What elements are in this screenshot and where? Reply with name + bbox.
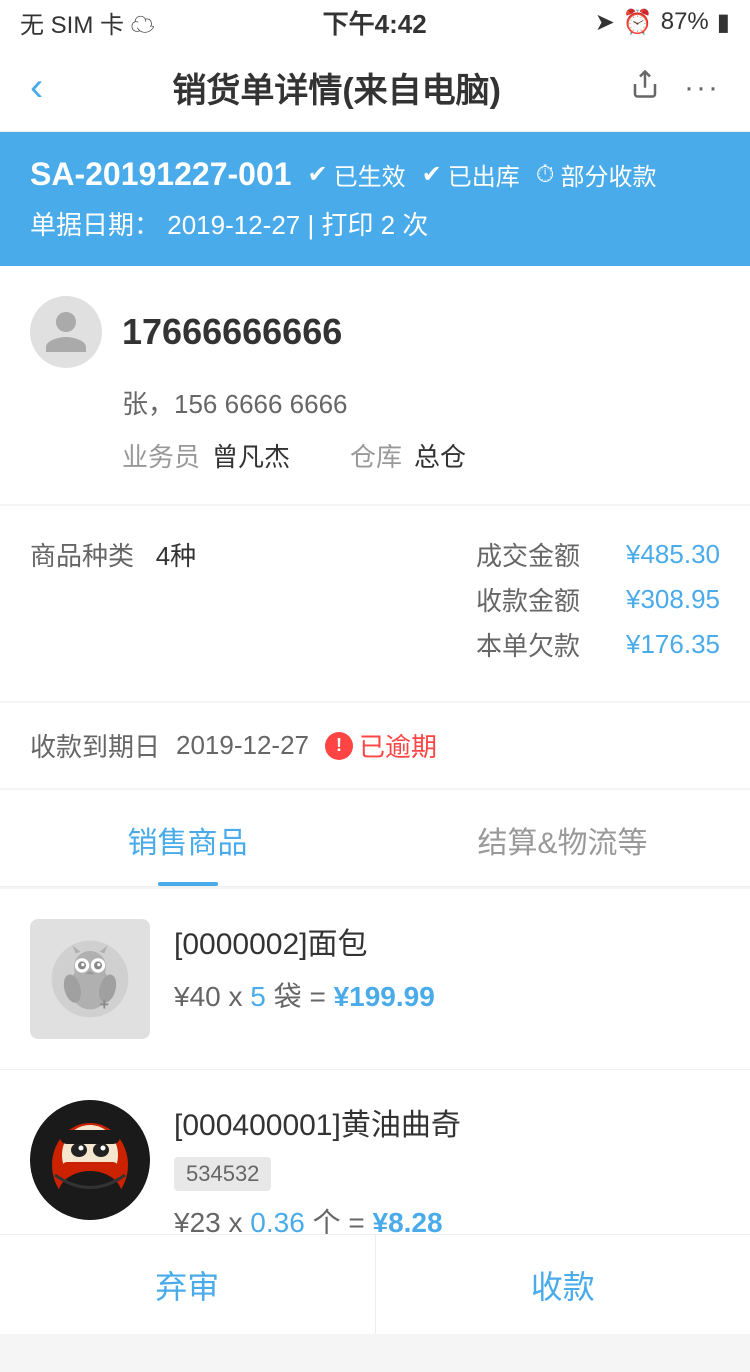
product-name-1: [0000002]面包 [174,919,720,963]
stats-section: 商品种类 4种 成交金额 ¥485.30 收款金额 ¥308.95 本单欠款 ¥… [0,506,750,701]
product-info-2: [000400001]黄油曲奇 534532 ¥23 x 0.36 个 = ¥8… [174,1100,720,1241]
due-date-label: 收款到期日 [30,727,160,764]
badge-partial: ⏱ 部分收款 [536,157,657,192]
category-label: 商品种类 [30,541,134,571]
check-icon-2: ✔ [422,160,442,189]
product-thumb-1: + [30,919,150,1039]
products-section: + [0000002]面包 ¥40 x 5 袋 = ¥199.99 [0,889,750,1272]
order-id: SA-20191227-001 [30,156,292,193]
nav-icons: ··· [630,69,720,107]
warehouse-value: 总仓 [414,437,466,474]
back-button[interactable]: ‹ [30,65,43,110]
sales-label: 业务员 [122,437,200,474]
battery-status: 87% [661,8,709,36]
badge-shipped: ✔ 已出库 [422,157,520,192]
due-date-value: 2019-12-27 [176,730,309,761]
clock-icon: ⏱ [536,161,555,189]
due-section: 收款到期日 2019-12-27 ! 已逾期 [0,703,750,788]
overdue-text: 已逾期 [359,727,437,764]
status-left: 无 SIM 卡 ☁ [20,5,155,40]
check-icon-1: ✔ [308,160,328,189]
share-icon[interactable] [630,69,660,107]
customer-section: 17666666666 张，156 6666 6666 业务员 曾凡杰 仓库 总… [0,266,750,504]
collect-payment-button[interactable]: 收款 [376,1235,750,1334]
tab-products[interactable]: 销售商品 [0,790,375,886]
bottom-bar: 弃审 收款 [0,1234,750,1334]
order-header: SA-20191227-001 ✔ 已生效 ✔ 已出库 ⏱ 部分收款 单据日期：… [0,132,750,266]
alarm-icon: ⏰ [623,8,653,37]
payment-value: ¥308.95 [600,584,720,615]
payment-label: 收款金额 [476,581,580,618]
stats-left: 商品种类 4种 [30,536,196,573]
more-icon[interactable]: ··· [684,71,720,105]
product-item-1: + [0000002]面包 ¥40 x 5 袋 = ¥199.99 [0,889,750,1070]
sim-status: 无 SIM 卡 ☁ [20,5,155,40]
overdue-icon: ! [325,732,353,760]
status-time: 下午4:42 [323,4,427,41]
amount-value: ¥485.30 [600,539,720,570]
customer-name: 17666666666 [122,311,342,353]
nav-title: 销货单详情(来自电脑) [172,63,501,112]
category-count: 4种 [156,541,196,571]
customer-contact: 张，156 6666 6666 [30,384,720,421]
tab-settlement[interactable]: 结算&物流等 [375,790,750,886]
badge-effective: ✔ 已生效 [308,157,406,192]
debt-value: ¥176.35 [600,629,720,660]
product-tag-2: 534532 [174,1157,271,1191]
product-price-1: ¥40 x 5 袋 = ¥199.99 [174,975,720,1015]
sales-person: 曾凡杰 [212,437,290,474]
product-info-1: [0000002]面包 ¥40 x 5 袋 = ¥199.99 [174,919,720,1015]
battery-icon: ▮ [717,8,730,37]
warehouse-label: 仓库 [350,437,402,474]
abandon-review-button[interactable]: 弃审 [0,1235,376,1334]
location-icon: ➤ [595,8,615,37]
stats-right: 成交金额 ¥485.30 收款金额 ¥308.95 本单欠款 ¥176.35 [476,536,720,671]
nav-bar: ‹ 销货单详情(来自电脑) ··· [0,44,750,132]
product-thumb-2 [30,1100,150,1220]
status-bar: 无 SIM 卡 ☁ 下午4:42 ➤ ⏰ 87% ▮ [0,0,750,44]
customer-avatar [30,296,102,368]
debt-label: 本单欠款 [476,626,580,663]
overdue-badge: ! 已逾期 [325,727,437,764]
amount-label: 成交金额 [476,536,580,573]
tabs-section: 销售商品 结算&物流等 [0,790,750,887]
product-name-2: [000400001]黄油曲奇 [174,1100,720,1144]
customer-meta: 业务员 曾凡杰 仓库 总仓 [30,437,720,474]
tabs: 销售商品 结算&物流等 [0,790,750,887]
status-right: ➤ ⏰ 87% ▮ [595,8,730,37]
order-date: 单据日期： 2019-12-27 | 打印 2 次 [30,205,720,242]
svg-text:+: + [100,996,109,1013]
